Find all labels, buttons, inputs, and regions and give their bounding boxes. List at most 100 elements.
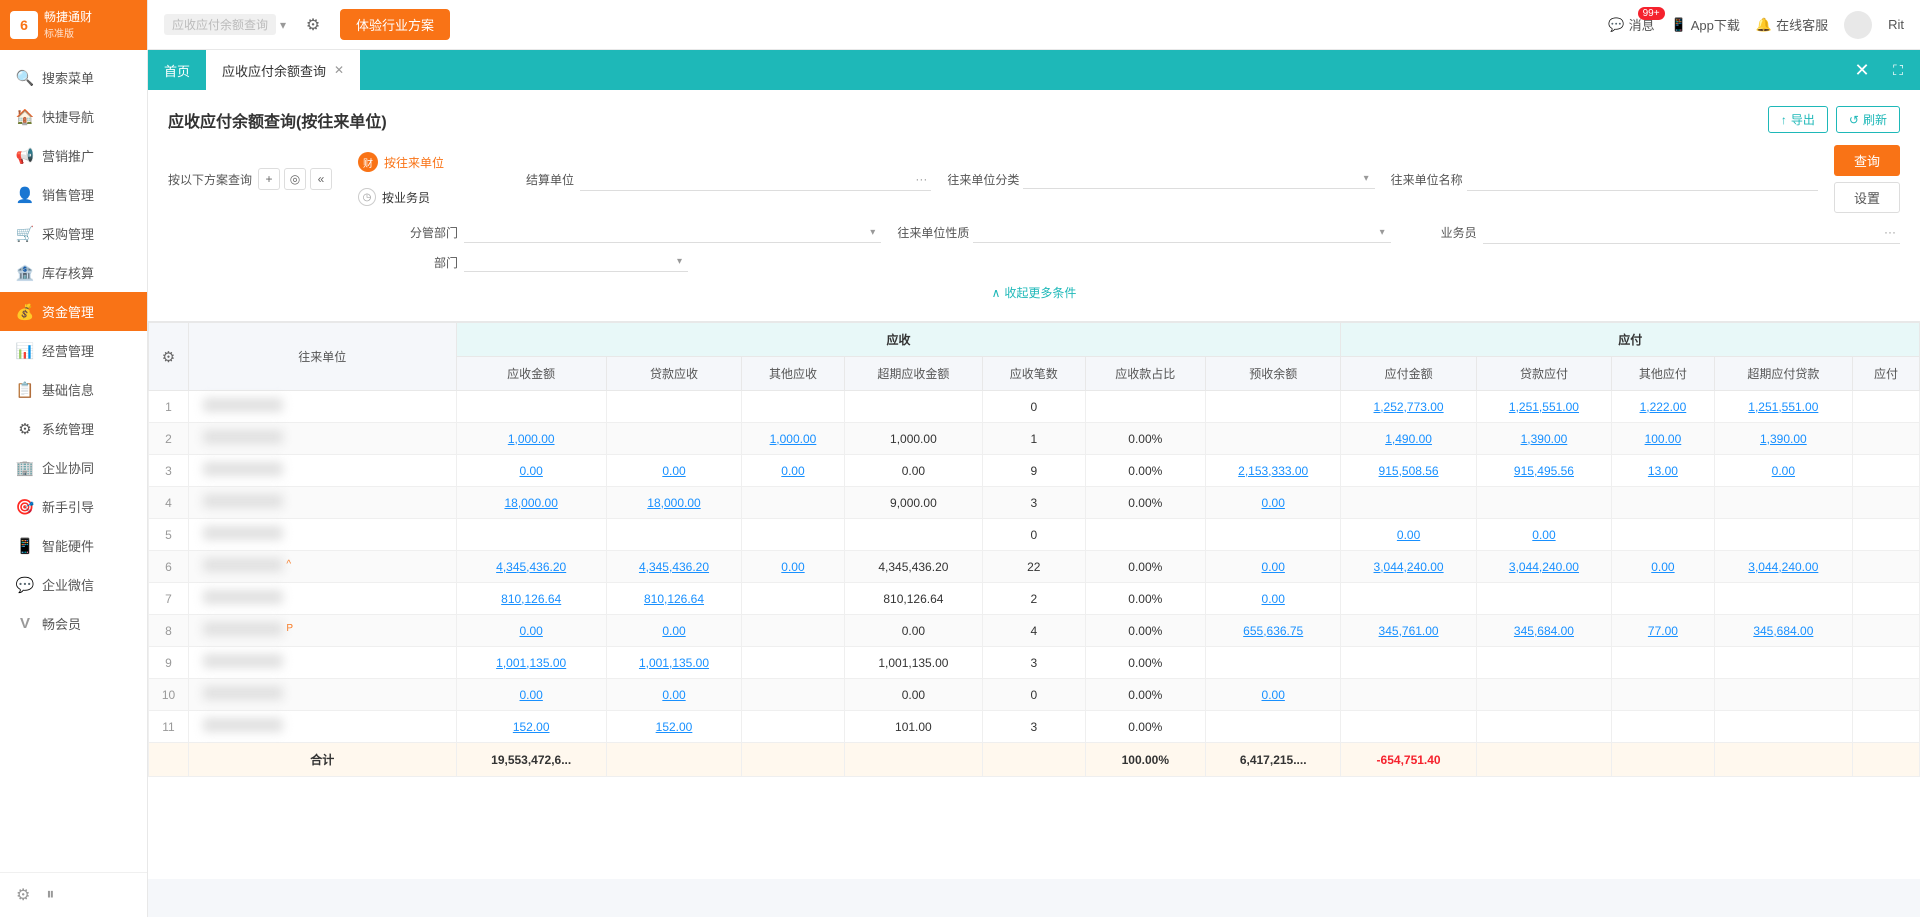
row-rec-other-6[interactable]: 0.00 [742, 551, 845, 583]
sidebar-item-wechat[interactable]: 💬 企业微信 [0, 565, 147, 604]
partner-category-select[interactable]: ▾ [1023, 169, 1374, 189]
salesman-input[interactable] [1483, 221, 1880, 243]
row-pay-amount-1[interactable]: 1,252,773.00 [1341, 391, 1476, 423]
settings-bottom-icon[interactable]: ⚙ [16, 885, 30, 905]
row-rec-advance-6[interactable]: 0.00 [1206, 551, 1341, 583]
sidebar-menu: 🔍 搜索菜单 🏠 快捷导航 📢 营销推广 👤 销售管理 🛒 采购管理 🏦 [0, 50, 147, 872]
row-rec-advance-4[interactable]: 0.00 [1206, 487, 1341, 519]
tab-home[interactable]: 首页 [148, 50, 206, 90]
tab-close-window-icon[interactable]: ✕ [1848, 56, 1876, 84]
refresh-button[interactable]: ↺ 刷新 [1836, 106, 1900, 133]
settlement-dots-icon[interactable]: ··· [911, 172, 931, 186]
row-pay-other-8[interactable]: 77.00 [1612, 615, 1715, 647]
sidebar-item-inventory[interactable]: 🏦 库存核算 [0, 253, 147, 292]
tab-close-icon[interactable]: ✕ [334, 63, 344, 77]
dept-select[interactable]: ▾ [464, 252, 688, 272]
row-pay-overdue-3[interactable]: 0.00 [1714, 455, 1852, 487]
collapse-button[interactable]: ∧ 收起更多条件 [992, 280, 1077, 305]
row-pay-overdue-2[interactable]: 1,390.00 [1714, 423, 1852, 455]
row-pay-amount-8[interactable]: 345,761.00 [1341, 615, 1476, 647]
row-pay-overdue-1[interactable]: 1,251,551.00 [1714, 391, 1852, 423]
row-pay-loan-6[interactable]: 3,044,240.00 [1476, 551, 1611, 583]
row-rec-amount-3[interactable]: 0.00 [456, 455, 606, 487]
row-pay-other-2[interactable]: 100.00 [1612, 423, 1715, 455]
add-scheme-icon[interactable]: + [258, 168, 280, 190]
row-pay-other-6[interactable]: 0.00 [1612, 551, 1715, 583]
row-rec-amount-4[interactable]: 18,000.00 [456, 487, 606, 519]
row-pay-amount-3[interactable]: 915,508.56 [1341, 455, 1476, 487]
row-rec-loan-9[interactable]: 1,001,135.00 [606, 647, 741, 679]
partner-name-input[interactable] [1467, 168, 1818, 191]
row-pay-overdue-8[interactable]: 345,684.00 [1714, 615, 1852, 647]
partner-nature-select[interactable]: ▾ [973, 223, 1390, 243]
row-pay-loan-1[interactable]: 1,251,551.00 [1476, 391, 1611, 423]
collapse-bottom-icon[interactable]: ⏸ [46, 886, 54, 904]
row-pay-other-3[interactable]: 13.00 [1612, 455, 1715, 487]
tab-expand-icon[interactable]: ⛶ [1884, 56, 1912, 84]
row-rec-advance-8[interactable]: 655,636.75 [1206, 615, 1341, 647]
row-rec-amount-9[interactable]: 1,001,135.00 [456, 647, 606, 679]
dept-charge-select[interactable]: ▾ [464, 223, 881, 243]
row-rec-amount-8[interactable]: 0.00 [456, 615, 606, 647]
sidebar-item-member[interactable]: V 畅会员 [0, 604, 147, 643]
table-settings-icon[interactable]: ⚙ [162, 349, 175, 366]
row-pay-amount-5[interactable]: 0.00 [1341, 519, 1476, 551]
sidebar-item-quick-nav[interactable]: 🏠 快捷导航 [0, 97, 147, 136]
row-rec-amount-7[interactable]: 810,126.64 [456, 583, 606, 615]
row-pay-other-1[interactable]: 1,222.00 [1612, 391, 1715, 423]
query-button[interactable]: 查询 [1834, 145, 1900, 176]
row-rec-amount-2[interactable]: 1,000.00 [456, 423, 606, 455]
sidebar-item-guide[interactable]: 🎯 新手引导 [0, 487, 147, 526]
row-pay-loan-8[interactable]: 345,684.00 [1476, 615, 1611, 647]
sidebar-item-marketing[interactable]: 📢 营销推广 [0, 136, 147, 175]
sidebar-item-finance[interactable]: 💰 资金管理 [0, 292, 147, 331]
scheme-option-salesman[interactable]: ◷ 按业务员 [348, 182, 488, 212]
username-label[interactable]: Rit [1888, 17, 1904, 32]
sidebar-item-operation[interactable]: 📊 经营管理 [0, 331, 147, 370]
sidebar-item-hardware[interactable]: 📱 智能硬件 [0, 526, 147, 565]
footer-rec-advance[interactable]: 6,417,215.... [1206, 743, 1341, 777]
row-rec-amount-6[interactable]: 4,345,436.20 [456, 551, 606, 583]
app-download-button[interactable]: 📱 App下载 [1671, 15, 1740, 34]
row-rec-loan-4[interactable]: 18,000.00 [606, 487, 741, 519]
row-rec-other-3[interactable]: 0.00 [742, 455, 845, 487]
sidebar-item-system[interactable]: ⚙ 系统管理 [0, 409, 147, 448]
row-pay-amount-6[interactable]: 3,044,240.00 [1341, 551, 1476, 583]
row-rec-advance-7[interactable]: 0.00 [1206, 583, 1341, 615]
export-button[interactable]: ↑ 导出 [1768, 106, 1828, 133]
row-rec-amount-10[interactable]: 0.00 [456, 679, 606, 711]
row-pay-overdue-6[interactable]: 3,044,240.00 [1714, 551, 1852, 583]
row-rec-other-2[interactable]: 1,000.00 [742, 423, 845, 455]
row-rec-loan-3[interactable]: 0.00 [606, 455, 741, 487]
salesman-dots-icon[interactable]: ··· [1880, 225, 1900, 239]
messages-button[interactable]: 💬 消息 99+ [1608, 15, 1654, 34]
sidebar-item-base[interactable]: 📋 基础信息 [0, 370, 147, 409]
scheme-option-partner[interactable]: 财 按往来单位 [348, 146, 488, 178]
settlement-input[interactable] [580, 168, 911, 190]
industry-plan-button[interactable]: 体验行业方案 [340, 9, 450, 40]
row-rec-loan-6[interactable]: 4,345,436.20 [606, 551, 741, 583]
sidebar-item-search[interactable]: 🔍 搜索菜单 [0, 58, 147, 97]
row-rec-advance-10[interactable]: 0.00 [1206, 679, 1341, 711]
arrow-scheme-icon[interactable]: « [310, 168, 332, 190]
settings-button[interactable]: 设置 [1834, 182, 1900, 213]
row-pay-amount-2[interactable]: 1,490.00 [1341, 423, 1476, 455]
row-rec-loan-8[interactable]: 0.00 [606, 615, 741, 647]
table-wrapper[interactable]: ⚙ 往来单位 应收 应付 应收金额 贷款应收 其他应收 超期应收金额 [148, 322, 1920, 879]
row-pay-loan-5[interactable]: 0.00 [1476, 519, 1611, 551]
sidebar-item-purchase[interactable]: 🛒 采购管理 [0, 214, 147, 253]
target-scheme-icon[interactable]: ◎ [284, 168, 306, 190]
row-rec-amount-11[interactable]: 152.00 [456, 711, 606, 743]
row-rec-loan-7[interactable]: 810,126.64 [606, 583, 741, 615]
row-rec-loan-11[interactable]: 152.00 [606, 711, 741, 743]
tab-receivable-payable[interactable]: 应收应付余额查询 ✕ [206, 50, 360, 90]
online-service-button[interactable]: 🔔 在线客服 [1756, 15, 1828, 34]
row-pay-loan-2[interactable]: 1,390.00 [1476, 423, 1611, 455]
footer-rec-amount[interactable]: 19,553,472,6... [456, 743, 606, 777]
sidebar-item-enterprise[interactable]: 🏢 企业协同 [0, 448, 147, 487]
row-rec-advance-3[interactable]: 2,153,333.00 [1206, 455, 1341, 487]
row-rec-loan-10[interactable]: 0.00 [606, 679, 741, 711]
row-pay-loan-3[interactable]: 915,495.56 [1476, 455, 1611, 487]
topbar-gear-icon[interactable]: ⚙ [298, 10, 328, 40]
sidebar-item-sales[interactable]: 👤 销售管理 [0, 175, 147, 214]
